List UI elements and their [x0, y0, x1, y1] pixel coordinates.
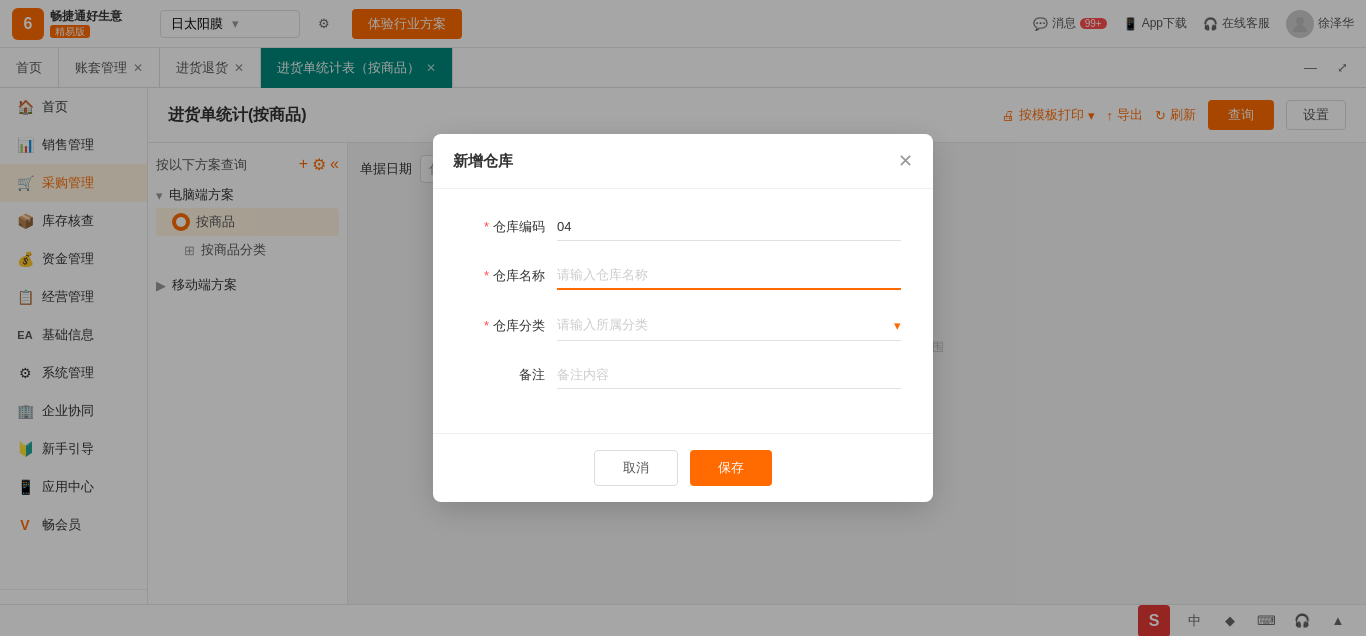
modal-header: 新增仓库 ✕ — [433, 134, 933, 189]
modal-close-button[interactable]: ✕ — [898, 150, 913, 172]
modal-footer: 取消 保存 — [433, 433, 933, 502]
category-placeholder: 请输入所属分类 — [557, 316, 648, 334]
required-star-name: * — [484, 268, 489, 283]
modal-body: *仓库编码 *仓库名称 *仓库分类 请输入所属分类 ▾ — [433, 189, 933, 433]
required-star-code: * — [484, 219, 489, 234]
name-label: *仓库名称 — [465, 267, 545, 285]
cancel-button[interactable]: 取消 — [594, 450, 678, 486]
required-star-category: * — [484, 318, 489, 333]
form-row-category: *仓库分类 请输入所属分类 ▾ — [465, 310, 901, 341]
warehouse-code-input[interactable] — [557, 213, 901, 241]
modal-overlay[interactable]: 新增仓库 ✕ *仓库编码 *仓库名称 *仓库分类 — [0, 0, 1366, 636]
form-row-code: *仓库编码 — [465, 213, 901, 241]
new-warehouse-modal: 新增仓库 ✕ *仓库编码 *仓库名称 *仓库分类 — [433, 134, 933, 502]
warehouse-note-input[interactable] — [557, 361, 901, 389]
note-label: 备注 — [465, 366, 545, 384]
warehouse-category-select[interactable]: 请输入所属分类 ▾ — [557, 310, 901, 341]
form-row-name: *仓库名称 — [465, 261, 901, 290]
category-label: *仓库分类 — [465, 317, 545, 335]
code-label: *仓库编码 — [465, 218, 545, 236]
warehouse-name-input[interactable] — [557, 261, 901, 290]
save-button[interactable]: 保存 — [690, 450, 772, 486]
form-row-note: 备注 — [465, 361, 901, 389]
select-arrow-icon: ▾ — [894, 318, 901, 333]
modal-title: 新增仓库 — [453, 152, 513, 171]
